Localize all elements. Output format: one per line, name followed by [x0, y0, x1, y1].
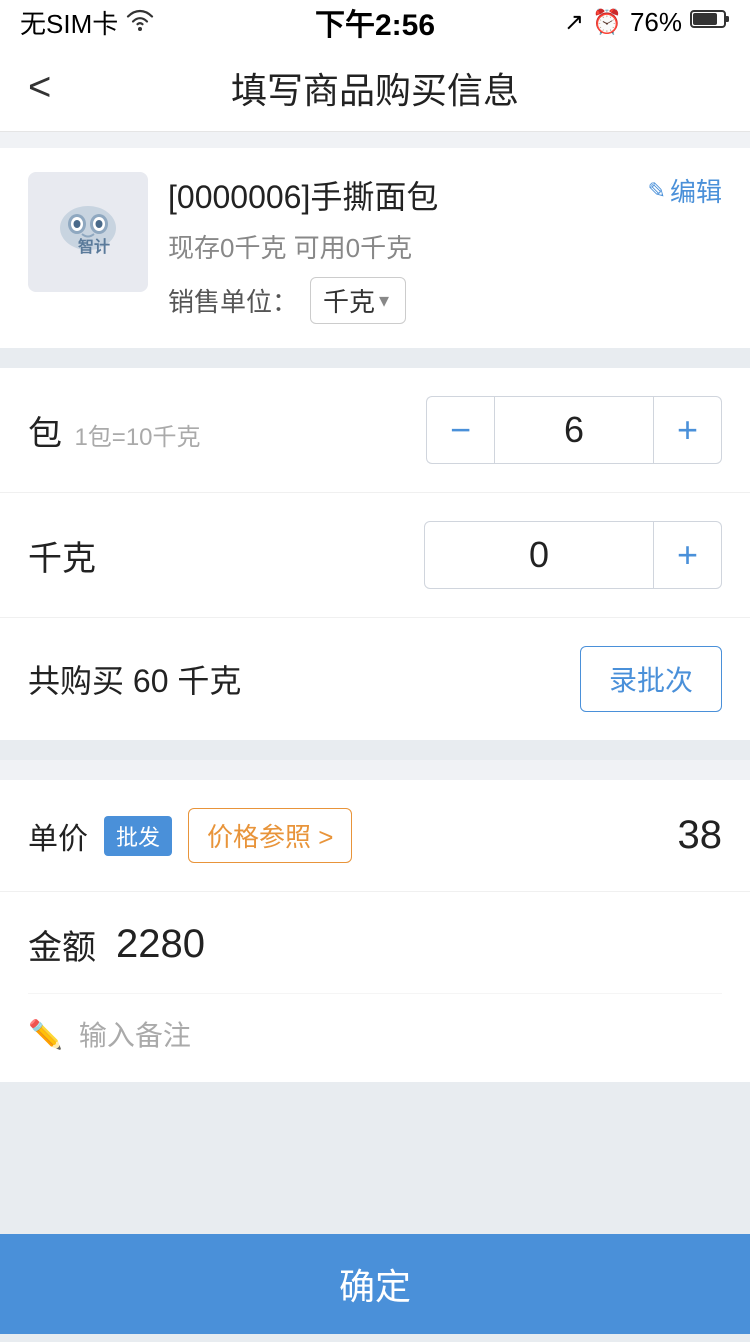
nav-bar: < 填写商品购买信息 [0, 44, 750, 132]
time-label: 下午2:56 [315, 0, 435, 44]
amount-section: 金额 2280 ✏️ 输入备注 [0, 892, 750, 1082]
kg-label: 千克 [28, 540, 96, 578]
bag-qty-control: − + [426, 396, 722, 464]
product-info: [0000006]手撕面包 ✎ 编辑 现存0千克 可用0千克 销售单位： 千克 … [168, 172, 722, 324]
carrier-label: 无SIM卡 [20, 4, 118, 41]
product-card: 智计 [0000006]手撕面包 ✎ 编辑 现存0千克 可用0千克 销售单位： … [0, 148, 750, 348]
status-left: 无SIM卡 [20, 4, 154, 41]
remark-row[interactable]: ✏️ 输入备注 [28, 993, 722, 1082]
bag-label: 包 [28, 415, 62, 453]
edit-label: 编辑 [670, 172, 722, 209]
edit-icon: ✎ [648, 178, 666, 204]
price-value: 38 [678, 813, 723, 858]
battery-label: 76% [630, 7, 682, 38]
product-name-row: [0000006]手撕面包 ✎ 编辑 [168, 172, 722, 218]
price-label: 单价 [28, 814, 88, 858]
location-icon: ↗ [564, 8, 584, 37]
section-divider-1 [0, 348, 750, 368]
amount-row: 金额 2280 [28, 920, 722, 969]
bag-qty-input[interactable] [494, 396, 654, 464]
unit-value: 千克 [323, 282, 375, 319]
confirm-button[interactable]: 确定 [0, 1234, 750, 1334]
kg-increase-button[interactable]: + [654, 521, 722, 589]
batch-button[interactable]: 录批次 [580, 646, 722, 712]
price-section: 单价 批发 价格参照 > 38 [0, 780, 750, 892]
unit-label: 销售单位： [168, 282, 298, 319]
kg-qty-control: + [424, 521, 722, 589]
svg-text:智计: 智计 [78, 237, 110, 256]
input-section: 包 1包=10千克 − + 千克 + [0, 368, 750, 618]
amount-value: 2280 [116, 922, 205, 967]
product-logo-icon: 智计 [53, 196, 123, 268]
unit-dropdown-icon: ▾ [379, 288, 389, 313]
wifi-icon [126, 7, 154, 38]
alarm-icon: ⏰ [592, 8, 622, 37]
total-text: 共购买 60 千克 [28, 656, 241, 702]
battery-icon [690, 8, 730, 37]
bag-sublabel: 1包=10千克 [74, 424, 200, 451]
remark-icon: ✏️ [28, 1018, 63, 1051]
edit-button[interactable]: ✎ 编辑 [648, 172, 722, 209]
bag-decrease-button[interactable]: − [426, 396, 494, 464]
status-right: ↗ ⏰ 76% [564, 7, 730, 38]
kg-qty-input[interactable] [424, 521, 654, 589]
price-badge: 批发 [104, 816, 172, 856]
kg-label-container: 千克 [28, 531, 424, 580]
total-row: 共购买 60 千克 录批次 [0, 618, 750, 740]
section-divider-2 [0, 740, 750, 760]
back-button[interactable]: < [28, 65, 51, 110]
unit-select[interactable]: 千克 ▾ [310, 277, 406, 324]
bag-input-row: 包 1包=10千克 − + [0, 368, 750, 493]
product-name: [0000006]手撕面包 [168, 172, 648, 218]
product-stock: 现存0千克 可用0千克 [168, 228, 722, 265]
bag-increase-button[interactable]: + [654, 396, 722, 464]
price-label-row: 单价 批发 价格参照 > [28, 808, 352, 863]
kg-input-row: 千克 + [0, 493, 750, 618]
remark-placeholder[interactable]: 输入备注 [79, 1014, 191, 1054]
bag-label-container: 包 1包=10千克 [28, 406, 426, 455]
amount-label: 金额 [28, 920, 96, 969]
product-image: 智计 [28, 172, 148, 292]
product-unit-row: 销售单位： 千克 ▾ [168, 277, 722, 324]
status-bar: 无SIM卡 下午2:56 ↗ ⏰ 76% [0, 0, 750, 44]
page-title: 填写商品购买信息 [231, 62, 519, 114]
price-reference-button[interactable]: 价格参照 > [188, 808, 352, 863]
